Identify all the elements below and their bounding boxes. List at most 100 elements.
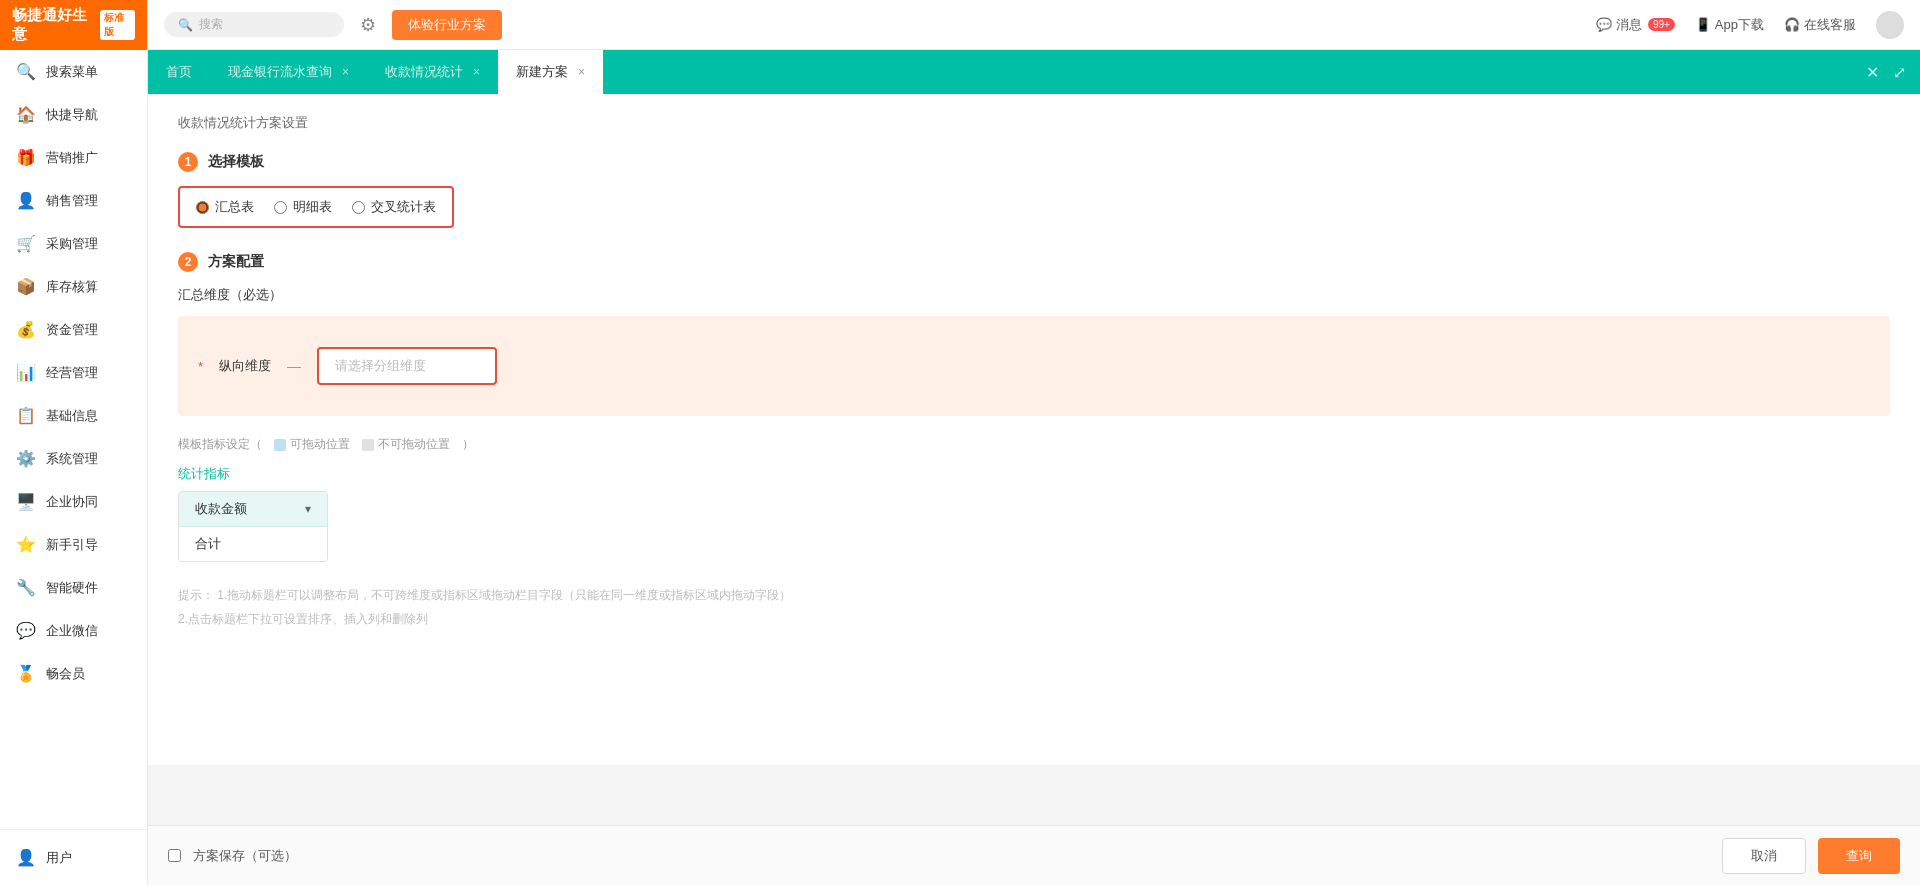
sidebar-item-finance[interactable]: 💰资金管理 — [0, 308, 147, 351]
radio-detail-label: 明细表 — [293, 198, 332, 216]
sidebar-item-search-menu[interactable]: 🔍搜索菜单 — [0, 50, 147, 93]
service-item[interactable]: 🎧 在线客服 — [1784, 16, 1856, 34]
fixed-badge: 不可拖动位置 — [362, 436, 450, 453]
content-area: 收款情况统计方案设置 1 选择模板 汇总表 明细表 — [148, 94, 1920, 825]
sidebar-item-quick-nav[interactable]: 🏠快捷导航 — [0, 93, 147, 136]
draggable-label: 可拖动位置 — [290, 436, 350, 453]
tab-label-new-plan: 新建方案 — [516, 63, 568, 81]
service-icon: 🎧 — [1784, 17, 1800, 32]
dimension-select-placeholder: 请选择分组维度 — [335, 357, 426, 375]
radio-summary-input[interactable] — [196, 201, 209, 214]
sidebar-item-inventory[interactable]: 📦 库存核算 — [0, 265, 147, 308]
save-checkbox[interactable] — [168, 849, 181, 862]
marketing-icon: 🎁 — [16, 148, 36, 167]
sidebar-item-system[interactable]: ⚙️系统管理 — [0, 437, 147, 480]
sidebar-item-purchase[interactable]: 🛒采购管理 — [0, 222, 147, 265]
sidebar-label-system: 系统管理 — [46, 450, 98, 468]
notification-item[interactable]: 💬 消息 99+ — [1596, 16, 1675, 34]
close-window-icon[interactable]: ✕ — [1862, 59, 1883, 86]
sidebar-item-cooperation[interactable]: 🖥️企业协同 — [0, 480, 147, 523]
fixed-dot — [362, 439, 374, 451]
inventory-icon: 📦 — [16, 277, 36, 296]
sidebar-item-bottom1[interactable]: 👤 用户 — [0, 840, 147, 875]
radio-cross-input[interactable] — [352, 201, 365, 214]
service-label: 在线客服 — [1804, 16, 1856, 34]
query-button[interactable]: 查询 — [1818, 838, 1900, 874]
step2-num: 2 — [178, 252, 198, 272]
notification-badge: 99+ — [1648, 18, 1675, 31]
sidebar: 畅捷通好生意 标准版 🔍搜索菜单🏠快捷导航🎁营销推广👤销售管理🛒采购管理 📦 库存核… — [0, 0, 148, 885]
indicator-label-row: 模板指标设定（ 可拖动位置 不可拖动位置 ） — [178, 436, 1890, 453]
sidebar-bottom: 👤 用户 — [0, 829, 147, 885]
membership-icon: 🏅 — [16, 664, 36, 683]
sidebar-item-new-guide[interactable]: ⭐新手引导 — [0, 523, 147, 566]
download-item[interactable]: 📱 App下载 — [1695, 16, 1764, 34]
cooperation-icon: 🖥️ — [16, 492, 36, 511]
topbar-search[interactable]: 🔍 搜索 — [164, 12, 344, 37]
chevron-down-icon: ▾ — [305, 502, 311, 516]
tab-close-new-plan[interactable]: × — [578, 65, 585, 79]
base-info-icon: 📋 — [16, 406, 36, 425]
step2-title: 方案配置 — [208, 253, 264, 271]
sidebar-item-corp-wechat[interactable]: 💬企业微信 — [0, 609, 147, 652]
sidebar-item-membership[interactable]: 🏅 畅会员 — [0, 652, 147, 695]
dimension-row: * 纵向维度 — 请选择分组维度 — [198, 347, 497, 385]
tabbar: 首页现金银行流水查询×收款情况统计× 新建方案 × ✕ ⤢ — [148, 50, 1920, 94]
sidebar-item-smart-hardware[interactable]: 🔧智能硬件 — [0, 566, 147, 609]
notification-label: 消息 — [1616, 16, 1642, 34]
finance-icon: 💰 — [16, 320, 36, 339]
fixed-label: 不可拖动位置 — [378, 436, 450, 453]
tab-close-bank-flow[interactable]: × — [342, 65, 349, 79]
indicator-section: 模板指标设定（ 可拖动位置 不可拖动位置 ） 统计指标 — [178, 436, 1890, 565]
sidebar-item-operations[interactable]: 📊 经营管理 — [0, 351, 147, 394]
dimension-area: * 纵向维度 — 请选择分组维度 — [178, 316, 1890, 416]
dimension-required-label: 汇总维度（必选） — [178, 286, 1890, 304]
tab-bank-flow[interactable]: 现金银行流水查询× — [210, 50, 367, 94]
content-inner: 收款情况统计方案设置 1 选择模板 汇总表 明细表 — [148, 94, 1920, 765]
radio-detail-input[interactable] — [274, 201, 287, 214]
radio-summary-label: 汇总表 — [215, 198, 254, 216]
tip-2: 2.点击标题栏下拉可设置排序、插入列和删除列 — [178, 609, 1890, 631]
industry-btn[interactable]: 体验行业方案 — [392, 10, 502, 40]
cancel-button[interactable]: 取消 — [1722, 838, 1806, 874]
sidebar-label-sales: 销售管理 — [46, 192, 98, 210]
tip-1: 提示： 1.拖动标题栏可以调整布局，不可跨维度或指标区域拖动栏目字段（只能在同一… — [178, 585, 1890, 607]
avatar[interactable] — [1876, 11, 1904, 39]
tab-label-home: 首页 — [166, 63, 192, 81]
sidebar-item-marketing[interactable]: 🎁营销推广 — [0, 136, 147, 179]
footer-actions: 取消 查询 — [1722, 838, 1900, 874]
stats-table-row: 合计 — [179, 527, 327, 561]
tabbar-actions: ✕ ⤢ — [1862, 59, 1920, 86]
sidebar-label-operations: 经营管理 — [46, 364, 98, 382]
sidebar-label-corp-wechat: 企业微信 — [46, 622, 98, 640]
tab-new-plan[interactable]: 新建方案 × — [498, 50, 603, 94]
stats-header-label: 收款金额 — [195, 500, 247, 518]
stats-table-header[interactable]: 收款金额 ▾ — [179, 492, 327, 527]
operations-icon: 📊 — [16, 363, 36, 382]
sidebar-item-sales[interactable]: 👤销售管理 — [0, 179, 147, 222]
settings-icon[interactable]: ⚙ — [360, 14, 376, 36]
tab-close-receipt-stats[interactable]: × — [473, 65, 480, 79]
dimension-select[interactable]: 请选择分组维度 — [317, 347, 497, 385]
radio-cross[interactable]: 交叉统计表 — [352, 198, 436, 216]
stats-table: 收款金额 ▾ 合计 — [178, 491, 328, 562]
radio-summary[interactable]: 汇总表 — [196, 198, 254, 216]
sidebar-label-inventory: 库存核算 — [46, 278, 98, 296]
radio-detail[interactable]: 明细表 — [274, 198, 332, 216]
smart-hardware-icon: 🔧 — [16, 578, 36, 597]
draggable-dot — [274, 439, 286, 451]
logo-text: 畅捷通好生意 — [12, 6, 92, 44]
footer: 方案保存（可选） 取消 查询 — [148, 825, 1920, 885]
maximize-icon[interactable]: ⤢ — [1889, 59, 1910, 86]
main-container: 🔍 搜索 ⚙ 体验行业方案 💬 消息 99+ 📱 App下载 🎧 在线客服 首页… — [148, 0, 1920, 885]
vertical-dim-label: 纵向维度 — [219, 357, 271, 375]
step1-title: 选择模板 — [208, 153, 264, 171]
step2-section: 2 方案配置 汇总维度（必选） * 纵向维度 — 请选择分组维度 — [178, 252, 1890, 630]
sidebar-item-base-info[interactable]: 📋基础信息 — [0, 394, 147, 437]
sidebar-label-membership: 畅会员 — [46, 665, 85, 683]
sidebar-bottom-label1: 用户 — [46, 849, 72, 867]
tab-home[interactable]: 首页 — [148, 50, 210, 94]
download-icon: 📱 — [1695, 17, 1711, 32]
tab-receipt-stats[interactable]: 收款情况统计× — [367, 50, 498, 94]
logo-badge: 标准版 — [100, 10, 135, 40]
